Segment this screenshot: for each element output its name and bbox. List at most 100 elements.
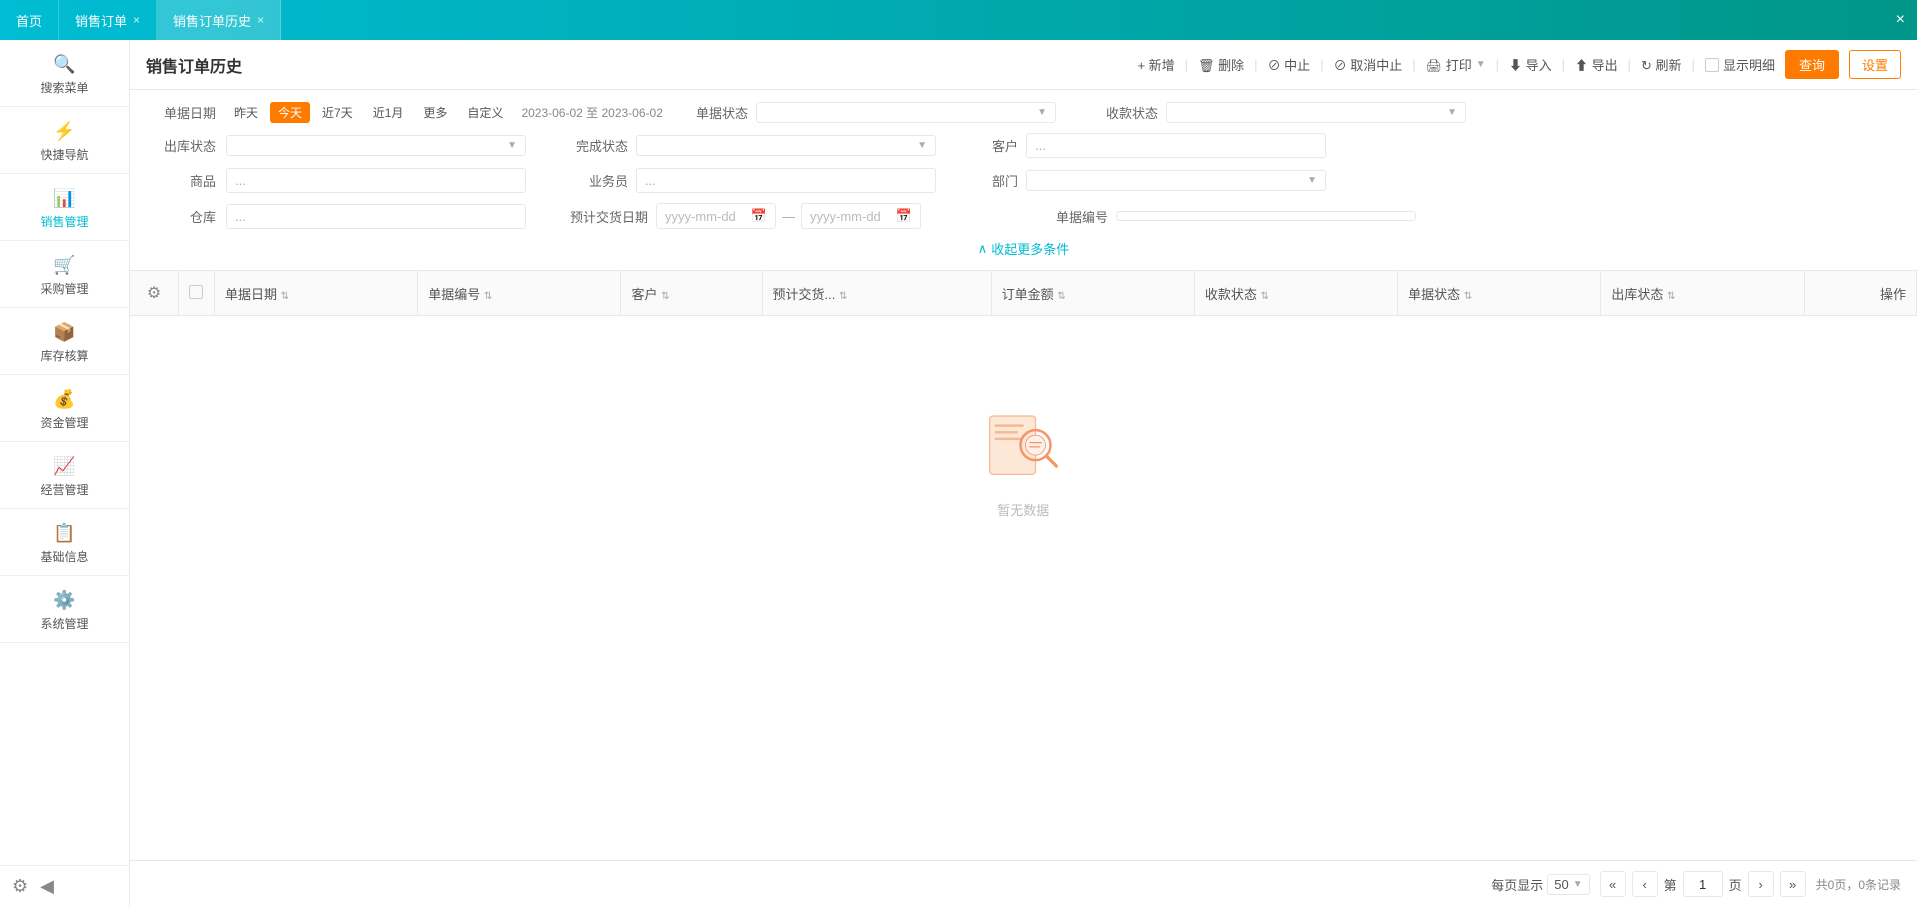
new-button[interactable]: + 新增 — [1137, 55, 1174, 74]
warehouse-input[interactable]: ... — [226, 204, 526, 229]
th-outbound-status[interactable]: 出库状态 ⇅ — [1601, 271, 1804, 316]
display-cols-label: 显示明细 — [1723, 55, 1775, 74]
calendar-from-icon[interactable]: 📅 — [751, 208, 767, 224]
date-pill-yesterday[interactable]: 昨天 — [226, 102, 266, 123]
table-area: ⚙ 单据日期 ⇅ 单据编号 ⇅ — [130, 271, 1917, 860]
th-settings[interactable]: ⚙ — [130, 271, 179, 316]
first-page-icon: « — [1609, 877, 1616, 892]
receipt-status-select[interactable]: ▼ — [1166, 102, 1466, 123]
calendar-to-icon[interactable]: 📅 — [896, 208, 912, 224]
prev-page-button[interactable]: ‹ — [1632, 871, 1658, 897]
th-no[interactable]: 单据编号 ⇅ — [418, 271, 621, 316]
content-area: 销售订单历史 + 新增 | 🗑 删除 | ⊘ 中止 | ⊘ 取消中止 | 🖨 打… — [130, 40, 1917, 907]
th-no-sort-icon[interactable]: ⇅ — [484, 291, 492, 302]
th-customer-sort-icon[interactable]: ⇅ — [661, 291, 669, 302]
sidebar-item-finance[interactable]: 💰 资金管理 — [0, 375, 129, 442]
warehouse-dots[interactable]: ... — [235, 209, 246, 224]
table-settings-icon[interactable]: ⚙ — [140, 279, 168, 307]
collapse-filter-row[interactable]: ∧ 收起更多条件 — [146, 239, 1901, 258]
refresh-button[interactable]: ↻ 刷新 — [1641, 55, 1682, 74]
outbound-status-select[interactable]: ▼ — [226, 135, 526, 156]
sidebar-item-system-mgmt[interactable]: ⚙️ 系统管理 — [0, 576, 129, 643]
sidebar-item-quick-nav[interactable]: ⚡ 快捷导航 — [0, 107, 129, 174]
close-sales-order-history-tab-icon[interactable]: × — [257, 13, 264, 27]
th-customer[interactable]: 客户 ⇅ — [621, 271, 762, 316]
date-pill-7days[interactable]: 近7天 — [314, 102, 361, 123]
date-pill-today[interactable]: 今天 — [270, 102, 310, 123]
last-page-button[interactable]: » — [1780, 871, 1806, 897]
tab-sales-order[interactable]: 销售订单 × — [59, 0, 157, 40]
th-receipt-status[interactable]: 收款状态 ⇅ — [1194, 271, 1397, 316]
export-button[interactable]: ⬆ 导出 — [1575, 55, 1618, 74]
expected-date-to-text: yyyy-mm-dd — [810, 209, 881, 224]
th-outbound-status-sort-icon[interactable]: ⇅ — [1667, 291, 1675, 302]
print-chevron-icon: ▼ — [1476, 59, 1486, 70]
sidebar-item-purchase-mgmt[interactable]: 🛒 采购管理 — [0, 241, 129, 308]
goods-dots[interactable]: ... — [235, 173, 246, 188]
th-expected-date-sort-icon[interactable]: ⇅ — [839, 291, 847, 302]
page-number-input[interactable] — [1683, 871, 1723, 897]
last-page-icon: » — [1789, 877, 1796, 892]
print-button[interactable]: 🖨 打印 ▼ — [1426, 55, 1486, 74]
th-no-label: 单据编号 — [428, 287, 480, 302]
sidebar-item-sales-mgmt[interactable]: 📊 销售管理 — [0, 174, 129, 241]
first-page-button[interactable]: « — [1600, 871, 1626, 897]
sidebar-item-inventory[interactable]: 📦 库存核算 — [0, 308, 129, 375]
query-button[interactable]: 查询 — [1785, 50, 1839, 79]
filter-row-4: 仓库 ... 预计交货日期 yyyy-mm-dd 📅 — yyyy-mm-dd … — [146, 203, 1901, 229]
th-checkbox[interactable] — [179, 271, 215, 316]
complete-status-chevron-icon: ▼ — [917, 140, 927, 151]
th-receipt-status-sort-icon[interactable]: ⇅ — [1261, 291, 1269, 302]
import-button[interactable]: ⬇ 导入 — [1509, 55, 1552, 74]
tab-sales-order-history[interactable]: 销售订单历史 × — [157, 0, 281, 40]
th-amount-sort-icon[interactable]: ⇅ — [1057, 291, 1065, 302]
window-close-icon[interactable]: × — [1896, 11, 1905, 29]
salesperson-input[interactable]: ... — [636, 168, 936, 193]
th-expected-date[interactable]: 预计交货... ⇅ — [762, 271, 991, 316]
expected-date-from[interactable]: yyyy-mm-dd 📅 — [656, 203, 776, 229]
stop-button[interactable]: ⊘ 中止 — [1268, 55, 1311, 74]
display-cols-checkbox[interactable] — [1705, 58, 1719, 72]
th-order-status-sort-icon[interactable]: ⇅ — [1464, 291, 1472, 302]
tab-home[interactable]: 首页 — [0, 0, 59, 40]
base-info-icon: 📋 — [53, 523, 75, 544]
customer-dots[interactable]: ... — [1035, 138, 1046, 153]
outbound-status-label: 出库状态 — [146, 136, 226, 155]
page-size-box[interactable]: 50 ▼ — [1547, 874, 1589, 895]
purchase-mgmt-icon: 🛒 — [53, 255, 75, 276]
close-sales-order-tab-icon[interactable]: × — [133, 13, 140, 27]
department-select[interactable]: ▼ — [1026, 170, 1326, 191]
order-no-input[interactable] — [1116, 211, 1416, 221]
sidebar-collapse-icon[interactable]: ◀ — [40, 876, 54, 897]
sidebar-item-search-menu[interactable]: 🔍 搜索菜单 — [0, 40, 129, 107]
sidebar-item-base-info[interactable]: 📋 基础信息 — [0, 509, 129, 576]
next-page-button[interactable]: › — [1748, 871, 1774, 897]
date-pill-1month[interactable]: 近1月 — [365, 102, 412, 123]
th-order-status[interactable]: 单据状态 ⇅ — [1398, 271, 1601, 316]
th-date-sort-icon[interactable]: ⇅ — [281, 291, 289, 302]
sidebar-settings-icon[interactable]: ⚙ — [12, 876, 28, 897]
table-select-all-checkbox[interactable] — [189, 285, 203, 299]
finance-icon: 💰 — [53, 389, 75, 410]
goods-input[interactable]: ... — [226, 168, 526, 193]
th-amount[interactable]: 订单金额 ⇅ — [991, 271, 1194, 316]
pagination: « ‹ 第 页 › » — [1600, 871, 1806, 897]
collapse-label: 收起更多条件 — [991, 239, 1069, 258]
expected-date-to[interactable]: yyyy-mm-dd 📅 — [801, 203, 921, 229]
page-label: 第 — [1664, 875, 1677, 894]
sidebar-item-operations[interactable]: 📈 经营管理 — [0, 442, 129, 509]
customer-input[interactable]: ... — [1026, 133, 1326, 158]
delete-button[interactable]: 🗑 删除 — [1198, 55, 1244, 74]
print-label: 🖨 打印 — [1426, 55, 1472, 74]
display-cols-toggle[interactable]: 显示明细 — [1705, 55, 1775, 74]
order-status-select[interactable]: ▼ — [756, 102, 1056, 123]
complete-status-select[interactable]: ▼ — [636, 135, 936, 156]
cancel-stop-button[interactable]: ⊘ 取消中止 — [1334, 55, 1403, 74]
date-pill-custom[interactable]: 自定义 — [459, 102, 511, 123]
salesperson-dots[interactable]: ... — [645, 173, 656, 188]
th-date[interactable]: 单据日期 ⇅ — [215, 271, 418, 316]
sidebar-label-sales-mgmt: 销售管理 — [40, 213, 88, 230]
settings-button[interactable]: 设置 — [1849, 50, 1901, 79]
page-total: 共0页，0条记录 — [1816, 876, 1901, 893]
date-pill-more[interactable]: 更多 — [415, 102, 455, 123]
